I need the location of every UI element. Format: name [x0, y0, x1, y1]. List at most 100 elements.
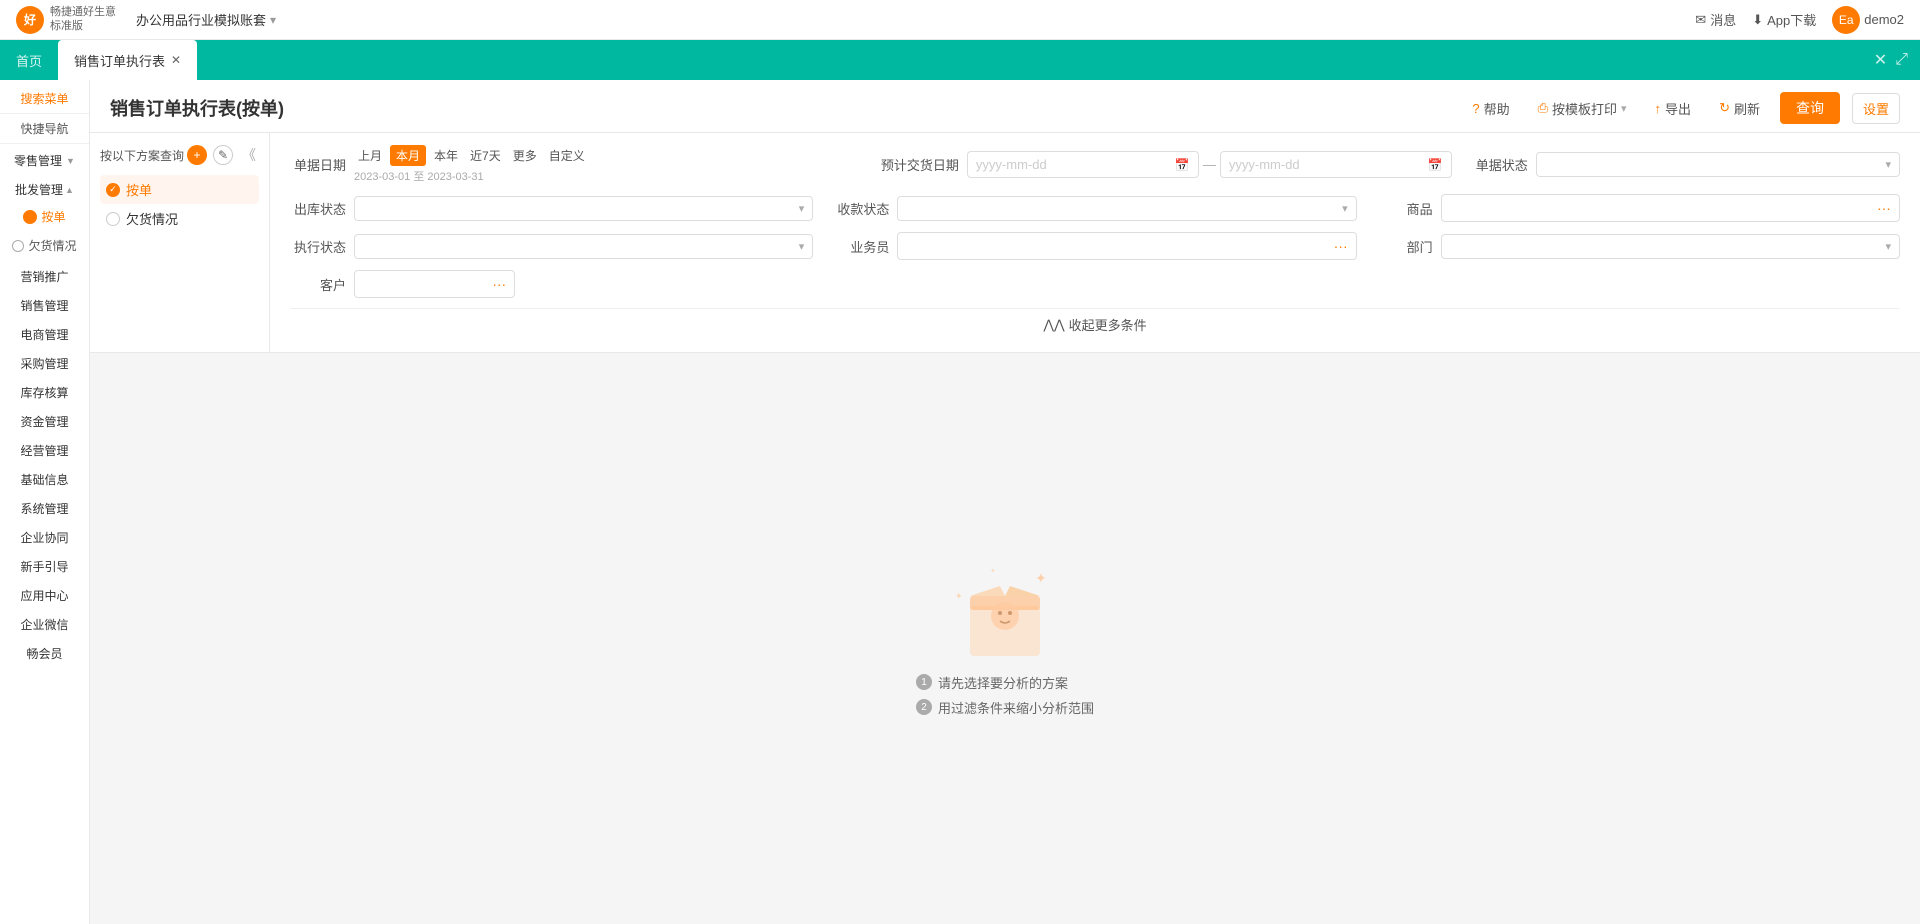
logo-icon: 好: [16, 6, 44, 34]
tab-close-icon[interactable]: ✕: [171, 53, 181, 67]
collect-status-label: 收款状态: [833, 199, 889, 218]
breadcrumb-arrow[interactable]: ▾: [270, 13, 276, 27]
app-download-button[interactable]: ⬇ App下载: [1752, 10, 1816, 29]
out-status-select[interactable]: [354, 196, 813, 221]
goods-dots[interactable]: ···: [1877, 200, 1891, 216]
salesman-dots[interactable]: ···: [1334, 238, 1348, 254]
expected-date-to[interactable]: yyyy-mm-dd 📅: [1220, 151, 1452, 178]
refresh-button[interactable]: ↻ 刷新: [1711, 95, 1768, 122]
expected-date-from[interactable]: yyyy-mm-dd 📅: [967, 151, 1199, 178]
sidebar-item-sales[interactable]: 销售管理: [0, 289, 89, 318]
template-print-button[interactable]: ⎙ 按模板打印 ▾: [1530, 95, 1635, 122]
sidebar-search[interactable]: 搜索菜单: [0, 80, 89, 114]
sidebar-item-system[interactable]: 系统管理: [0, 492, 89, 521]
scheme-active-dot: ✓: [106, 183, 120, 197]
sidebar-item-operations[interactable]: 经营管理: [0, 434, 89, 463]
export-icon: ↑: [1655, 101, 1662, 116]
help-button[interactable]: ? 帮助: [1464, 95, 1517, 122]
scheme-item-press-order[interactable]: ✓ 按单: [100, 175, 259, 204]
sidebar-quick-nav[interactable]: 快捷导航: [0, 114, 89, 144]
collapse-filters-button[interactable]: ⋀⋀ 收起更多条件: [290, 308, 1900, 340]
scheme-inactive-dot: [106, 212, 120, 226]
collect-status-select[interactable]: [897, 196, 1356, 221]
sidebar-item-retail[interactable]: 零售管理: [0, 144, 89, 173]
order-status-label: 单据状态: [1472, 155, 1528, 174]
filter-field-dept: 部门: [1377, 234, 1900, 259]
sidebar-item-inventory[interactable]: 库存核算: [0, 376, 89, 405]
empty-state: ✦ ✦ ✦ 1 请先选择要分析的方案: [916, 561, 1094, 717]
last7-btn[interactable]: 近7天: [466, 145, 505, 166]
scheme-title: 按以下方案查询: [100, 147, 184, 164]
collect-status-arrow: [1342, 202, 1348, 215]
scheme-item-owed[interactable]: 欠货情况: [100, 204, 259, 233]
export-button[interactable]: ↑ 导出: [1647, 95, 1700, 122]
custom-btn[interactable]: 自定义: [545, 145, 589, 166]
customer-label: 客户: [290, 275, 346, 294]
order-status-select[interactable]: [1536, 152, 1900, 177]
app-download-icon: ⬇: [1752, 12, 1763, 28]
empty-svg: ✦ ✦ ✦: [945, 561, 1065, 661]
sidebar-item-appstore[interactable]: 应用中心: [0, 579, 89, 608]
empty-illustration: ✦ ✦ ✦: [945, 561, 1065, 661]
refresh-icon: ↻: [1719, 100, 1730, 116]
sidebar-item-enterprise[interactable]: 企业协同: [0, 521, 89, 550]
page-title: 销售订单执行表(按单): [110, 95, 284, 121]
more-btn[interactable]: 更多: [509, 145, 541, 166]
window-controls: ✕ ⤢: [1862, 50, 1920, 70]
salesman-input[interactable]: ···: [897, 232, 1356, 260]
scheme-panel: 按以下方案查询 + ✎ 《: [90, 133, 270, 352]
tab-bar: 首页 销售订单执行表 ✕ ✕ ⤢: [0, 40, 1920, 80]
collapse-icon: ⋀⋀: [1043, 317, 1064, 333]
date-range-display: 2023-03-01 至 2023-03-31: [354, 168, 861, 184]
window-maximize-icon[interactable]: ⤢: [1895, 51, 1908, 69]
hint-num-1: 1: [916, 674, 932, 690]
tab-sales-order[interactable]: 销售订单执行表 ✕: [58, 40, 197, 80]
sidebar-item-finance[interactable]: 资金管理: [0, 405, 89, 434]
sidebar-sub-owed[interactable]: 欠货情况: [0, 231, 89, 260]
print-icon: ⎙: [1538, 100, 1548, 116]
sidebar-item-newbie[interactable]: 新手引导: [0, 550, 89, 579]
this-month-btn[interactable]: 本月: [390, 145, 426, 166]
sidebar-sub-press-order[interactable]: 按单: [0, 202, 89, 231]
help-icon: ?: [1472, 101, 1479, 116]
content-area: 销售订单执行表(按单) ? 帮助 ⎙ 按模板打印 ▾ ↑ 导出 ↻ 刷新: [90, 80, 1920, 924]
settings-button[interactable]: 设置: [1852, 93, 1900, 124]
sidebar-item-ecommerce[interactable]: 电商管理: [0, 318, 89, 347]
filter-form: 单据日期 上月 本月 本年 近7天 更多 自定义 20: [270, 133, 1920, 352]
messages-button[interactable]: ✉ 消息: [1695, 10, 1736, 29]
sidebar: 搜索菜单 快捷导航 零售管理 批发管理 按单 欠货情况 营销推广 销售管理 电商…: [0, 80, 90, 924]
scheme-collapse-button[interactable]: 《: [239, 145, 259, 165]
expected-date-label: 预计交货日期: [881, 155, 959, 174]
filter-row-1: 单据日期 上月 本月 本年 近7天 更多 自定义 20: [290, 145, 1900, 184]
filter-field-customer: 客户 ···: [290, 270, 515, 298]
scheme-header: 按以下方案查询 + ✎ 《: [100, 145, 259, 165]
date-label: 单据日期: [290, 155, 346, 174]
sidebar-item-wechat[interactable]: 企业微信: [0, 608, 89, 637]
exec-status-select[interactable]: [354, 234, 813, 259]
sidebar-item-wholesale[interactable]: 批发管理: [0, 173, 89, 202]
dept-label: 部门: [1377, 237, 1433, 256]
tab-home[interactable]: 首页: [0, 40, 58, 80]
scheme-edit-button[interactable]: ✎: [213, 145, 233, 165]
sidebar-item-purchase[interactable]: 采购管理: [0, 347, 89, 376]
svg-text:✦: ✦: [990, 567, 996, 575]
user-avatar-area[interactable]: Ea demo2: [1832, 6, 1904, 34]
sidebar-item-basic[interactable]: 基础信息: [0, 463, 89, 492]
this-year-btn[interactable]: 本年: [430, 145, 462, 166]
dept-arrow: [1885, 240, 1891, 253]
exec-status-arrow: [799, 240, 805, 253]
sidebar-item-member[interactable]: 畅会员: [0, 637, 89, 666]
date-separator: —: [1203, 157, 1216, 172]
dept-select[interactable]: [1441, 234, 1900, 259]
customer-dots[interactable]: ···: [492, 276, 506, 292]
window-close-icon[interactable]: ✕: [1874, 50, 1887, 70]
query-button[interactable]: 查询: [1780, 92, 1840, 124]
filter-layout: 按以下方案查询 + ✎ 《: [90, 133, 1920, 352]
customer-input[interactable]: ···: [354, 270, 515, 298]
prev-month-btn[interactable]: 上月: [354, 145, 386, 166]
sidebar-item-marketing[interactable]: 营销推广: [0, 260, 89, 289]
owed-dot: [12, 240, 24, 252]
breadcrumb-text: 办公用品行业模拟账套: [136, 10, 266, 29]
scheme-add-button[interactable]: +: [187, 145, 207, 165]
goods-input[interactable]: ···: [1441, 194, 1900, 222]
